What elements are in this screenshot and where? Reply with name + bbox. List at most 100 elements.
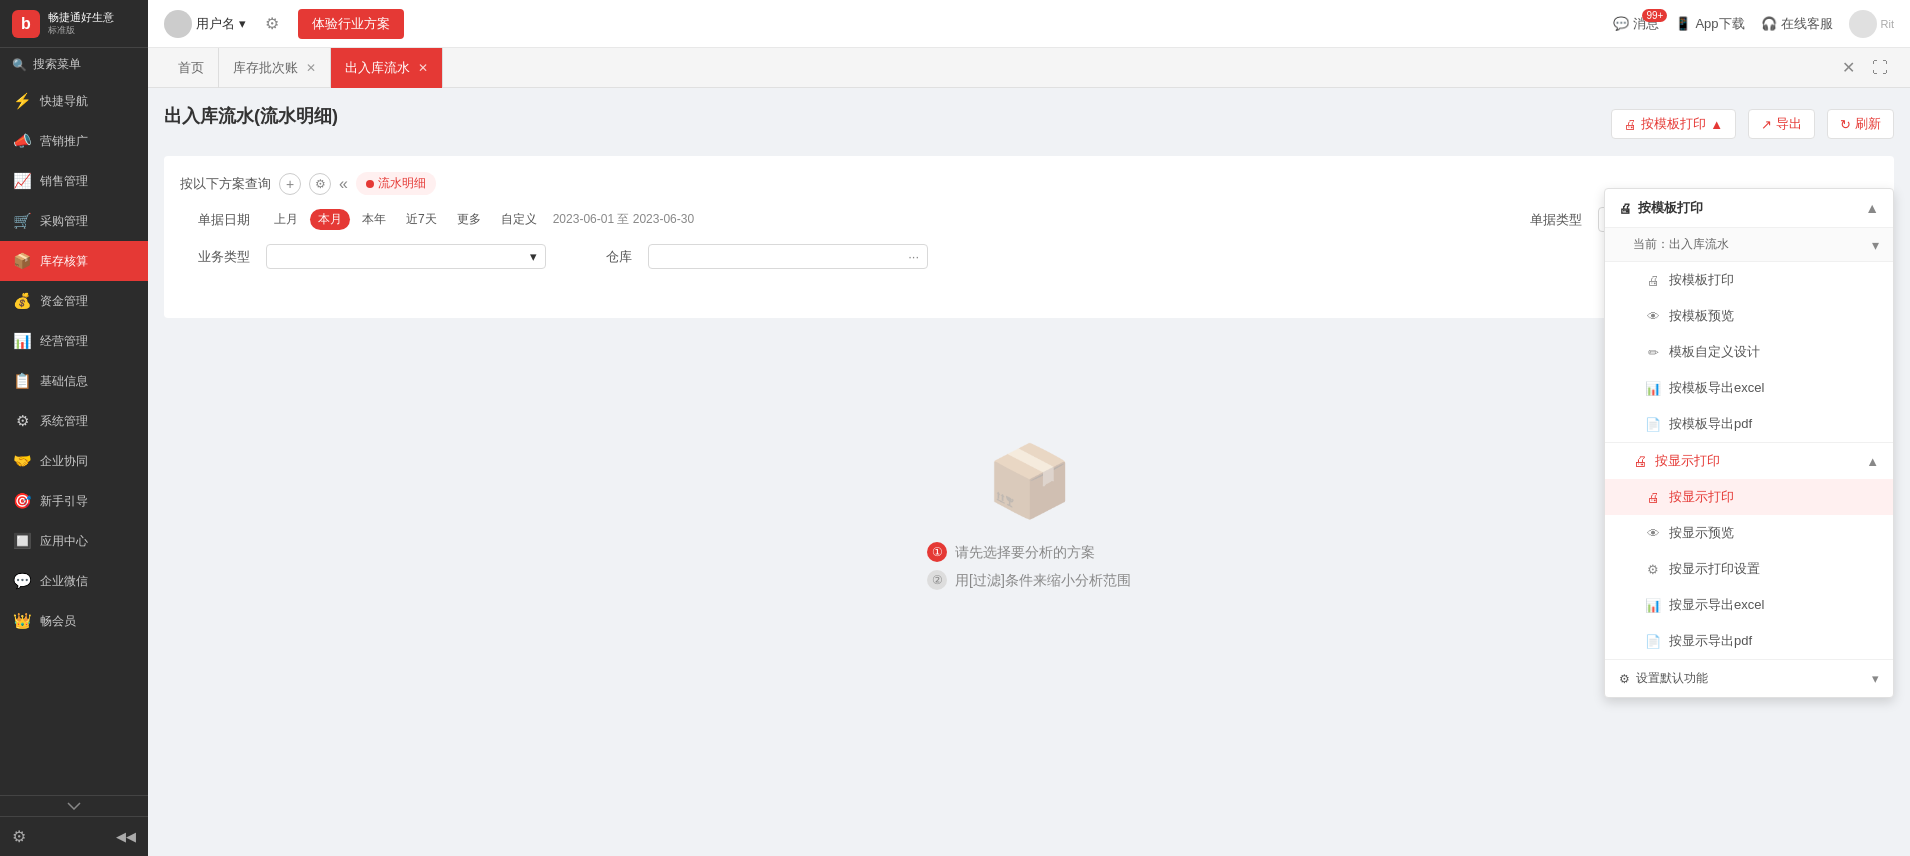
tab-inventory-batch[interactable]: 库存批次账 ✕ <box>219 48 331 88</box>
tab-stock-flow[interactable]: 出入库流水 ✕ <box>331 48 443 88</box>
sidebar-item-快捷导航[interactable]: ⚡ 快捷导航 <box>0 81 148 121</box>
dropdown-template-print[interactable]: 🖨 按模板打印 <box>1605 262 1893 298</box>
online-service-button[interactable]: 🎧 在线客服 <box>1761 15 1833 33</box>
date-this-month[interactable]: 本月 <box>310 209 350 230</box>
dropdown-display-settings[interactable]: ⚙ 按显示打印设置 <box>1605 551 1893 587</box>
export-button[interactable]: ↗ 导出 <box>1748 109 1815 139</box>
filter-header-label: 按以下方案查询 <box>180 175 271 193</box>
topbar-right: 💬 消息 99+ 📱 App下载 🎧 在线客服 Rit <box>1613 10 1894 38</box>
print-icon: 🖨 <box>1624 117 1637 132</box>
date-shortcuts: 上月 本月 本年 近7天 更多 自定义 <box>266 209 545 230</box>
sidebar-scroll-down[interactable] <box>0 795 148 816</box>
sidebar-item-企业协同[interactable]: 🤝 企业协同 <box>0 441 148 481</box>
sidebar-label-11: 应用中心 <box>40 533 88 550</box>
sidebar-label-10: 新手引导 <box>40 493 88 510</box>
dropdown-display-preview[interactable]: 👁 按显示预览 <box>1605 515 1893 551</box>
sidebar-item-基础信息[interactable]: 📋 基础信息 <box>0 361 148 401</box>
dropdown-collapse-btn[interactable]: ▲ <box>1865 200 1879 216</box>
filter-biztype-select[interactable]: ▾ <box>266 244 546 269</box>
sidebar-item-库存核算[interactable]: 📦 库存核算 <box>0 241 148 281</box>
page-title: 出入库流水(流水明细) <box>164 104 338 128</box>
dropdown-expand-btn[interactable]: ▾ <box>1872 237 1879 253</box>
messages-button[interactable]: 💬 消息 99+ <box>1613 15 1659 33</box>
user-dropdown-icon: ▾ <box>239 16 246 31</box>
dropdown-display-title: 🖨 按显示打印 <box>1633 452 1720 470</box>
tab-expand-btn[interactable]: ⛶ <box>1866 54 1894 82</box>
sidebar: b 畅捷通好生意 标准版 🔍 搜索菜单 ⚡ 快捷导航 📣 营销推广 📈 销售管理… <box>0 0 148 856</box>
sidebar-item-采购管理[interactable]: 🛒 采购管理 <box>0 201 148 241</box>
search-icon: 🔍 <box>12 58 27 72</box>
sidebar-icon-2: 📈 <box>12 171 32 191</box>
sidebar-label-4: 库存核算 <box>40 253 88 270</box>
dropdown-template-excel[interactable]: 📊 按模板导出excel <box>1605 370 1893 406</box>
date-this-year[interactable]: 本年 <box>354 209 394 230</box>
page-header-actions: 🖨 按模板打印 ▲ ↗ 导出 ↻ 刷新 <box>1611 109 1894 139</box>
dropdown-template-pdf[interactable]: 📄 按模板导出pdf <box>1605 406 1893 442</box>
headset-icon: 🎧 <box>1761 16 1777 31</box>
sidebar-footer-collapse[interactable]: ◀◀ <box>116 829 136 844</box>
tabbar: 首页 库存批次账 ✕ 出入库流水 ✕ ✕ ⛶ <box>148 48 1910 88</box>
sidebar-label-13: 畅会员 <box>40 613 76 630</box>
dropdown-display-pdf[interactable]: 📄 按显示导出pdf <box>1605 623 1893 659</box>
filter-add-button[interactable]: + <box>279 173 301 195</box>
display-section-collapse[interactable]: ▲ <box>1866 454 1879 469</box>
default-func-icon: ⚙ <box>1619 672 1630 686</box>
date-7days[interactable]: 近7天 <box>398 209 445 230</box>
tab-close-stock-flow[interactable]: ✕ <box>418 61 428 75</box>
step-num-1: ① <box>927 542 947 562</box>
dropdown-display-header[interactable]: 🖨 按显示打印 ▲ <box>1605 443 1893 479</box>
app-download-button[interactable]: 📱 App下载 <box>1675 15 1744 33</box>
refresh-button[interactable]: ↻ 刷新 <box>1827 109 1894 139</box>
sidebar-icon-0: ⚡ <box>12 91 32 111</box>
topbar-settings-btn[interactable]: ⚙ <box>258 10 286 38</box>
date-range-display[interactable]: 2023-06-01 至 2023-06-30 <box>553 211 694 228</box>
sidebar-item-企业微信[interactable]: 💬 企业微信 <box>0 561 148 601</box>
sidebar-item-销售管理[interactable]: 📈 销售管理 <box>0 161 148 201</box>
empty-step-2: ② 用[过滤]条件来缩小分析范围 <box>927 566 1131 594</box>
empty-icon: 📦 <box>986 440 1073 522</box>
sidebar-item-应用中心[interactable]: 🔲 应用中心 <box>0 521 148 561</box>
page-header: 出入库流水(流水明细) 🖨 按模板打印 ▲ ↗ 导出 ↻ 刷新 <box>164 104 1894 144</box>
topbar-left: 用户名 ▾ ⚙ 体验行业方案 <box>164 9 404 39</box>
user-menu[interactable]: 用户名 ▾ <box>164 10 246 38</box>
sidebar-item-资金管理[interactable]: 💰 资金管理 <box>0 281 148 321</box>
sidebar-label-9: 企业协同 <box>40 453 88 470</box>
app-logo-icon: b <box>12 10 40 38</box>
user-avatar-topbar[interactable]: Rit <box>1849 10 1894 38</box>
sidebar-item-新手引导[interactable]: 🎯 新手引导 <box>0 481 148 521</box>
date-last-month[interactable]: 上月 <box>266 209 306 230</box>
export-icon: ↗ <box>1761 117 1772 132</box>
date-more[interactable]: 更多 <box>449 209 489 230</box>
dropdown-display-section: 🖨 按显示打印 ▲ 🖨 按显示打印 👁 按显示预览 ⚙ <box>1605 442 1893 659</box>
dropdown-template-preview[interactable]: 👁 按模板预览 <box>1605 298 1893 334</box>
dropdown-title: 🖨 按模板打印 <box>1619 199 1703 217</box>
industry-solution-button[interactable]: 体验行业方案 <box>298 9 404 39</box>
filter-collapse-button[interactable]: « <box>339 175 348 193</box>
dropdown-display-excel[interactable]: 📊 按显示导出excel <box>1605 587 1893 623</box>
sidebar-item-营销推广[interactable]: 📣 营销推广 <box>0 121 148 161</box>
display-excel-icon: 📊 <box>1645 597 1661 613</box>
dropdown-footer[interactable]: ⚙ 设置默认功能 ▾ <box>1605 659 1893 697</box>
tab-close-inventory-batch[interactable]: ✕ <box>306 61 316 75</box>
tab-close-all-btn[interactable]: ✕ <box>1834 54 1862 82</box>
sidebar-icon-1: 📣 <box>12 131 32 151</box>
sidebar-item-经营管理[interactable]: 📊 经营管理 <box>0 321 148 361</box>
sidebar-icon-12: 💬 <box>12 571 32 591</box>
tab-home[interactable]: 首页 <box>164 48 219 88</box>
sidebar-search[interactable]: 🔍 搜索菜单 <box>0 48 148 81</box>
filter-tag-stream[interactable]: 流水明细 <box>356 172 436 195</box>
sidebar-footer-settings[interactable]: ⚙ <box>12 827 26 846</box>
sidebar-item-系统管理[interactable]: ⚙ 系统管理 <box>0 401 148 441</box>
print-template-button[interactable]: 🖨 按模板打印 ▲ <box>1611 109 1736 139</box>
filter-settings-button[interactable]: ⚙ <box>309 173 331 195</box>
filter-warehouse-label: 仓库 <box>562 248 632 266</box>
sidebar-label-5: 资金管理 <box>40 293 88 310</box>
template-print-icon: 🖨 <box>1645 272 1661 288</box>
date-custom[interactable]: 自定义 <box>493 209 545 230</box>
filter-warehouse-more[interactable]: ··· <box>908 249 919 264</box>
sidebar-item-畅会员[interactable]: 👑 畅会员 <box>0 601 148 641</box>
print-dropdown-icon[interactable]: ▲ <box>1710 117 1723 132</box>
dropdown-display-print[interactable]: 🖨 按显示打印 <box>1605 479 1893 515</box>
dropdown-template-custom[interactable]: ✏ 模板自定义设计 <box>1605 334 1893 370</box>
filter-warehouse-select[interactable]: ··· <box>648 244 928 269</box>
